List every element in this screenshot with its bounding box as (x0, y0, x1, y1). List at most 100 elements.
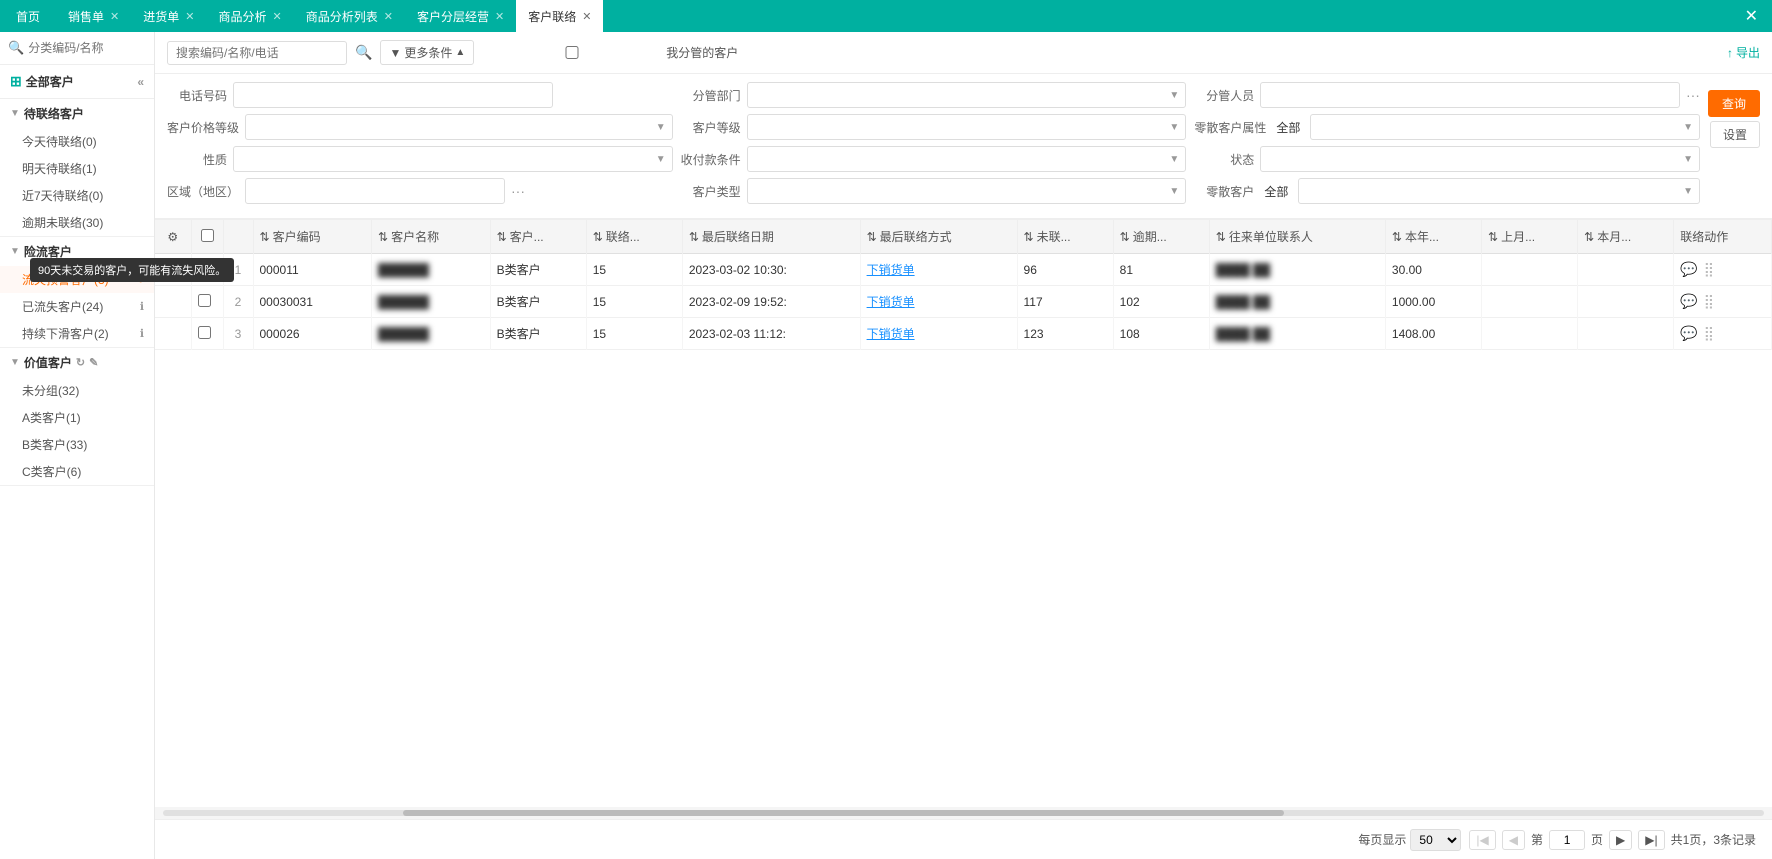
scroll-bar-track[interactable] (163, 810, 1764, 816)
tab-analysis-list-close[interactable]: ✕ (384, 10, 393, 23)
tab-purchase[interactable]: 进货单 ✕ (131, 0, 206, 32)
th-last-person[interactable]: ⇅ 往来单位联系人 (1209, 220, 1385, 254)
settings-button[interactable]: 设置 (1710, 121, 1760, 148)
filter-customer-type-select[interactable]: ▼ (747, 178, 1187, 204)
sidebar-item-tomorrow[interactable]: 明天待联络(1) (0, 155, 154, 182)
filter-manager-select[interactable] (1260, 82, 1680, 108)
sidebar-collapse-icon[interactable]: « (137, 75, 144, 89)
tab-analysis-close[interactable]: ✕ (273, 10, 282, 23)
page-last-btn[interactable]: ▶| (1638, 830, 1664, 850)
th-type[interactable]: ⇅ 客户... (490, 220, 586, 254)
sidebar-item-today[interactable]: 今天待联络(0) (0, 128, 154, 155)
action-chat-icon-0[interactable]: 💬 (1680, 261, 1697, 278)
row-checkbox-2[interactable] (198, 326, 211, 339)
cell-method-0[interactable]: 下销货单 (860, 254, 1017, 286)
valued-refresh-icon[interactable]: ↻ (76, 356, 85, 369)
th-this-year[interactable]: ⇅ 本年... (1385, 220, 1481, 254)
window-close-button[interactable]: ✕ (1731, 6, 1772, 26)
th-name[interactable]: ⇅ 客户名称 (372, 220, 491, 254)
more-conditions-btn[interactable]: ▼ 更多条件 ▲ (380, 40, 474, 65)
scroll-bar-area[interactable] (155, 807, 1772, 819)
tab-customer-contact[interactable]: 客户联络 ✕ (516, 0, 603, 32)
th-code[interactable]: ⇅ 客户编码 (253, 220, 372, 254)
action-more-icon-0[interactable]: ⣿ (1704, 261, 1714, 278)
th-this-month[interactable]: ⇅ 本月... (1578, 220, 1674, 254)
filter-phone-input[interactable] (233, 82, 553, 108)
tab-customer-contact-close[interactable]: ✕ (582, 10, 591, 23)
cell-checkbox-2[interactable] (191, 318, 223, 350)
per-page-select[interactable]: 50 20 100 (1410, 829, 1461, 851)
search-input[interactable] (167, 41, 347, 65)
my-customers-checkbox[interactable] (482, 46, 662, 59)
cell-method-1[interactable]: 下销货单 (860, 286, 1017, 318)
filter-payment-select[interactable]: ▼ (747, 146, 1187, 172)
th-checkbox[interactable] (191, 220, 223, 254)
cell-method-2[interactable]: 下销货单 (860, 318, 1017, 350)
th-last-method[interactable]: ⇅ 最后联络方式 (860, 220, 1017, 254)
tab-customer-segment[interactable]: 客户分层经营 ✕ (405, 0, 516, 32)
cell-checkbox-1[interactable] (191, 286, 223, 318)
page-next-btn[interactable]: ▶ (1609, 830, 1632, 850)
my-customers-checkbox-label[interactable]: 我分管的客户 (482, 44, 738, 61)
cell-checkbox-0[interactable] (191, 254, 223, 286)
tab-customer-segment-close[interactable]: ✕ (495, 10, 504, 23)
filter-status-select[interactable]: ▼ (1260, 146, 1700, 172)
tab-sales-close[interactable]: ✕ (110, 10, 119, 23)
sidebar-item-c-class[interactable]: C类客户(6) (0, 458, 154, 485)
sort-icon-year: ⇅ (1392, 230, 1402, 244)
tab-purchase-close[interactable]: ✕ (185, 10, 194, 23)
action-more-icon-1[interactable]: ⣿ (1704, 293, 1714, 310)
cell-code-0: 000011 (253, 254, 372, 286)
lost-info-icon[interactable]: ℹ (140, 300, 144, 313)
filter-retail-customer-select[interactable]: ▼ (1298, 178, 1700, 204)
tab-sales[interactable]: 销售单 ✕ (56, 0, 131, 32)
th-gear[interactable]: ⚙ (155, 220, 191, 254)
filter-gender-select[interactable]: ▼ (233, 146, 673, 172)
sidebar-search-input[interactable] (28, 41, 155, 55)
filter-search-icon[interactable]: 🔍 (355, 44, 372, 61)
th-last-date[interactable]: ⇅ 最后联络日期 (682, 220, 860, 254)
scroll-bar-thumb[interactable] (403, 810, 1284, 816)
page-number-input[interactable] (1549, 830, 1585, 850)
sidebar-item-lost[interactable]: 已流失客户(24) ℹ (0, 293, 154, 320)
filter-dept-select[interactable]: ▼ (747, 82, 1187, 108)
sidebar-item-declining[interactable]: 持续下滑客户(2) ℹ (0, 320, 154, 347)
filter-region-more[interactable]: ··· (511, 183, 525, 199)
sidebar-item-a-class[interactable]: A类客户(1) (0, 404, 154, 431)
sidebar-group-valued-header[interactable]: ▼ 价值客户 ↻ ✎ (0, 348, 154, 377)
filter-customer-grade-select[interactable]: ▼ (747, 114, 1187, 140)
tab-analysis[interactable]: 商品分析 ✕ (206, 0, 293, 32)
sidebar-group-lostrisk-header[interactable]: ▼ 险流客户 (0, 237, 154, 266)
filter-manager-more[interactable]: ··· (1686, 87, 1700, 103)
action-more-icon-2[interactable]: ⣿ (1704, 325, 1714, 342)
th-last-month[interactable]: ⇅ 上月... (1482, 220, 1578, 254)
page-first-btn[interactable]: |◀ (1469, 830, 1495, 850)
tab-home[interactable]: 首页 (0, 0, 56, 32)
sidebar-all-customers[interactable]: ⊞ 全部客户 « (0, 65, 154, 99)
action-chat-icon-1[interactable]: 💬 (1680, 293, 1697, 310)
th-contact[interactable]: ⇅ 联络... (586, 220, 682, 254)
th-uncontacted[interactable]: ⇅ 未联... (1017, 220, 1113, 254)
page-prev-btn[interactable]: ◀ (1502, 830, 1525, 850)
row-checkbox-0[interactable] (198, 262, 211, 275)
select-all-checkbox[interactable] (201, 229, 214, 242)
valued-edit-icon[interactable]: ✎ (89, 356, 98, 369)
export-btn[interactable]: ↑ 导出 (1727, 44, 1760, 61)
th-overdue[interactable]: ⇅ 逾期... (1113, 220, 1209, 254)
sidebar-item-overdue[interactable]: 逾期未联络(30) (0, 209, 154, 236)
sidebar-group-pending-header[interactable]: ▼ 待联络客户 (0, 99, 154, 128)
sidebar-item-ungrouped[interactable]: 未分组(32) (0, 377, 154, 404)
advanced-filter-panel: 电话号码 分管部门 ▼ 分管人员 ··· (155, 74, 1772, 220)
sidebar-item-7days[interactable]: 近7天待联络(0) (0, 182, 154, 209)
sidebar-item-loss-warning[interactable]: 流失预警客户(3) ● (0, 266, 154, 293)
action-chat-icon-2[interactable]: 💬 (1680, 325, 1697, 342)
filter-price-grade-select[interactable]: ▼ (245, 114, 673, 140)
tab-analysis-list[interactable]: 商品分析列表 ✕ (294, 0, 405, 32)
filter-region-select[interactable] (245, 178, 505, 204)
filter-retail-attr-select[interactable]: ▼ (1310, 114, 1700, 140)
sidebar-item-b-class[interactable]: B类客户(33) (0, 431, 154, 458)
declining-info-icon[interactable]: ℹ (140, 327, 144, 340)
query-button[interactable]: 查询 (1708, 90, 1760, 117)
gear-icon[interactable]: ⚙ (167, 230, 178, 244)
row-checkbox-1[interactable] (198, 294, 211, 307)
